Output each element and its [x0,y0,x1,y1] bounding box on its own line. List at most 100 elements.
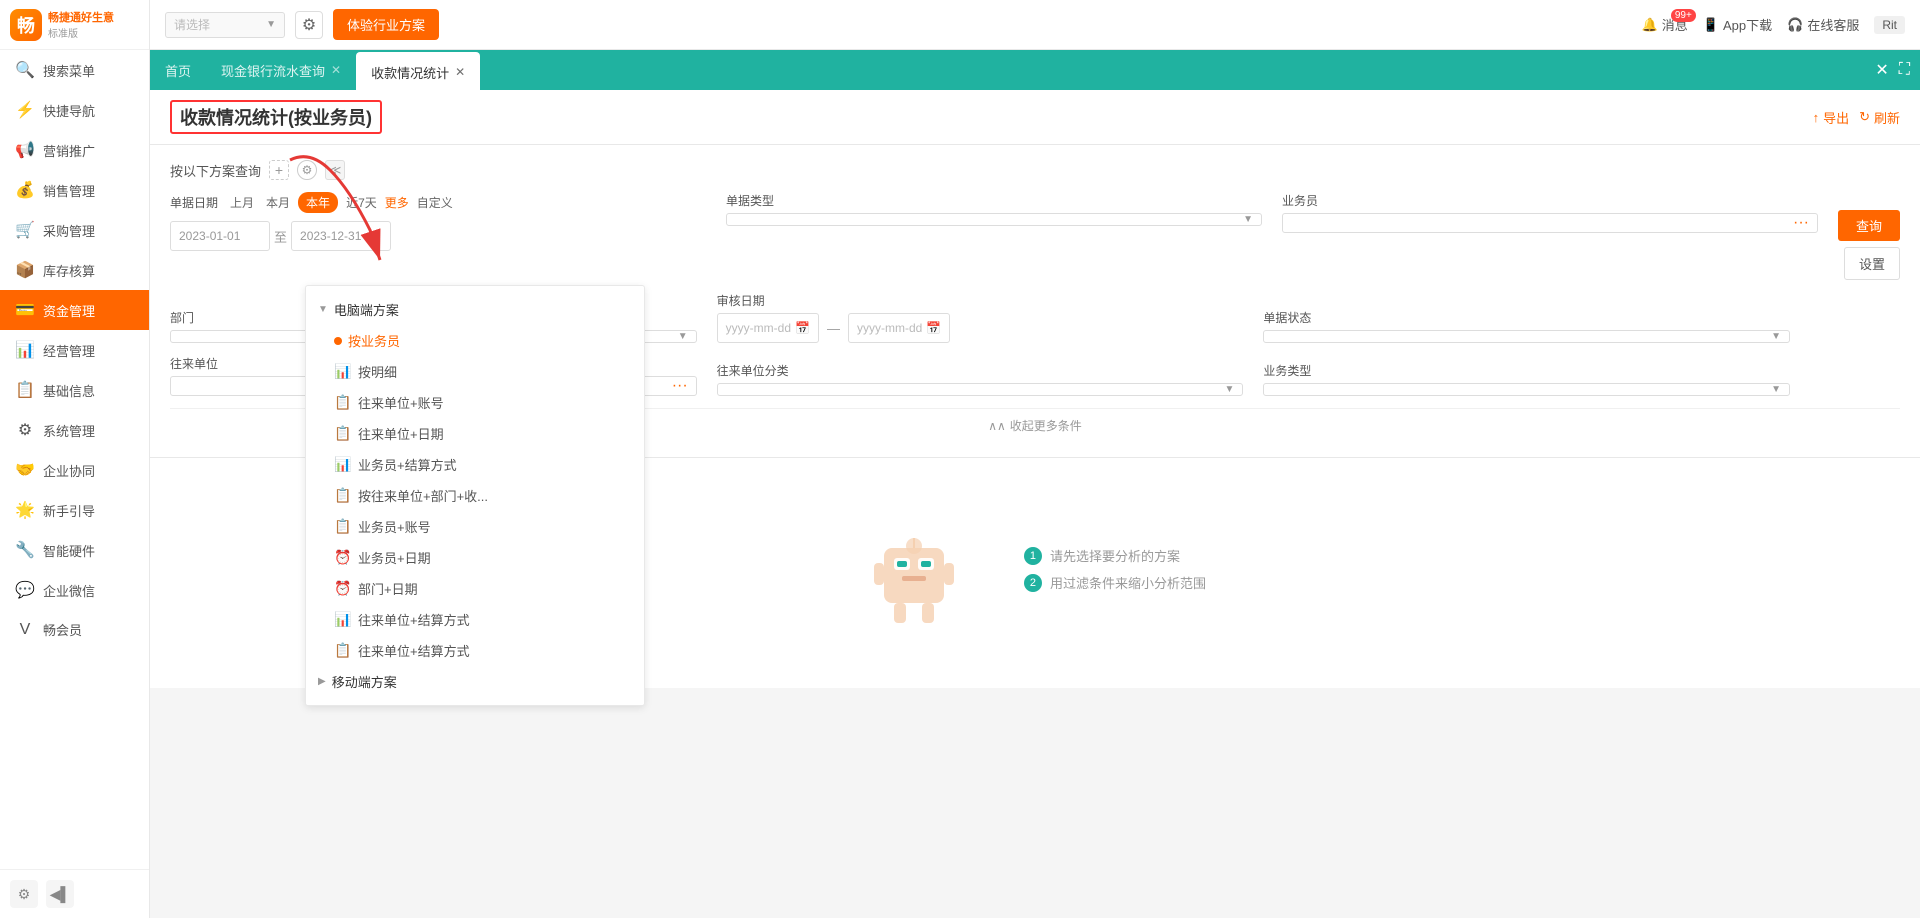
money-icon: 💰 [15,180,35,200]
scheme-item-by-unit-settle2[interactable]: 📋 往来单位+结算方式 [306,635,644,666]
mobile-section-label: 移动端方案 [332,672,397,691]
sidebar-item-operations[interactable]: 📊 经营管理 [0,330,149,370]
scheme-item-by-staff-account[interactable]: 📋 业务员+账号 [306,511,644,542]
box-icon: 📦 [15,260,35,280]
tab-receipt-stats-close[interactable]: ✕ [455,65,465,79]
staff-select[interactable]: ··· [1282,213,1818,233]
review-date-to-input[interactable]: yyyy-mm-dd 📅 [848,313,950,343]
from-unit-category-select[interactable]: ▼ [717,383,1244,396]
date-tab-more[interactable]: 更多 [385,194,409,211]
scheme-item-by-dept-date[interactable]: ⏰ 部门+日期 [306,573,644,604]
add-scheme-button[interactable]: + [269,160,289,180]
review-date-to-cal-icon[interactable]: 📅 [926,321,941,335]
date-tab-this-month[interactable]: 本月 [262,193,294,212]
breadcrumb-dropdown[interactable]: 请选择 ▼ [165,12,285,38]
biz-type-arrow-icon: ▼ [1771,384,1781,395]
sidebar-item-wechat[interactable]: 💬 企业微信 [0,570,149,610]
user-area[interactable]: Rit [1874,16,1905,34]
maximize-icon[interactable]: ⛶ [1899,61,1910,79]
sidebar-item-marketing[interactable]: 📢 营销推广 [0,130,149,170]
sidebar-item-guide[interactable]: 🌟 新手引导 [0,490,149,530]
scheme-item-by-unit-settle1[interactable]: 📊 往来单位+结算方式 [306,604,644,635]
scheme-collapse-button[interactable]: ≪ [325,160,345,180]
sidebar-item-purchase[interactable]: 🛒 采购管理 [0,210,149,250]
settings-button[interactable]: 设置 [1844,247,1900,280]
topbar-gear-button[interactable]: ⚙ [295,11,323,39]
dept-date-icon: ⏰ [334,580,352,597]
sidebar-label-basic-info: 基础信息 [43,381,95,400]
topbar: 请选择 ▼ ⚙ 体验行业方案 🔔 消息 99+ 📱 App下载 🎧 在线客服 R… [150,0,1920,50]
topbar-right: 🔔 消息 99+ 📱 App下载 🎧 在线客服 Rit [1642,15,1905,34]
tab-bank-flow[interactable]: 现金银行流水查询 ✕ [206,50,356,90]
mobile-section-header[interactable]: ▶ 移动端方案 [306,666,644,697]
app-download-button[interactable]: 📱 App下载 [1703,15,1772,34]
refresh-button[interactable]: ↻ 刷新 [1859,108,1900,127]
review-date-label: 审核日期 [717,292,1244,309]
sidebar-item-hardware[interactable]: 🔧 智能硬件 [0,530,149,570]
scheme-item-by-staff-date[interactable]: ⏰ 业务员+日期 [306,542,644,573]
scheme-item-by-detail[interactable]: 📊 按明细 [306,356,644,387]
doc-type-select[interactable]: ▼ [726,213,1262,226]
from-unit-more-icon[interactable]: ··· [672,377,688,395]
scheme-item-by-unit-date[interactable]: 📋 往来单位+日期 [306,418,644,449]
review-date-from-cal-icon[interactable]: 📅 [795,321,810,335]
tab-receipt-stats[interactable]: 收款情况统计 ✕ [356,52,480,92]
scheme-item-by-staff-settle[interactable]: 📊 业务员+结算方式 [306,449,644,480]
staff-more-icon[interactable]: ··· [1793,214,1809,232]
date-tab-custom[interactable]: 自定义 [413,193,457,212]
date-to-input[interactable]: 2023-12-31 [291,221,391,251]
trial-button[interactable]: 体验行业方案 [333,9,439,40]
tab-home-label: 首页 [165,61,191,80]
date-from-input[interactable]: 2023-01-01 [170,221,270,251]
tab-home[interactable]: 首页 [150,50,206,90]
sidebar-item-sales[interactable]: 💰 销售管理 [0,170,149,210]
doc-type-field: 单据类型 ▼ [726,192,1262,226]
breadcrumb-placeholder: 请选择 [174,16,210,33]
doc-status-label: 单据状态 [1263,309,1790,326]
scheme-item-by-unit-dept[interactable]: 📋 按往来单位+部门+收... [306,480,644,511]
query-button[interactable]: 查询 [1838,210,1900,241]
mobile-scheme-section: ▶ 移动端方案 [306,666,644,697]
message-button[interactable]: 🔔 消息 99+ [1642,15,1688,34]
settings-bottom-btn[interactable]: ⚙ [10,880,38,908]
download-icon: 📱 [1703,17,1719,33]
from-unit-category-arrow-icon: ▼ [1224,384,1234,395]
megaphone-icon: 📢 [15,140,35,160]
online-service-button[interactable]: 🎧 在线客服 [1787,15,1859,34]
chat-icon: 💬 [15,580,35,600]
collapse-sidebar-btn[interactable]: ◀▌ [46,880,74,908]
sidebar-item-basic-info[interactable]: 📋 基础信息 [0,370,149,410]
sidebar-item-member[interactable]: V 畅会员 [0,610,149,649]
review-date-from-input[interactable]: yyyy-mm-dd 📅 [717,313,819,343]
sidebar-label-inventory: 库存核算 [43,261,95,280]
sidebar: 畅 畅捷通好生意 标准版 🔍 搜索菜单 ⚡ 快捷导航 📢 营销推广 💰 销售管理… [0,0,150,918]
hardware-icon: 🔧 [15,540,35,560]
tabbar: 首页 现金银行流水查询 ✕ 收款情况统计 ✕ ✕ ⛶ [150,50,1920,90]
date-tab-7days[interactable]: 近7天 [342,193,381,212]
sidebar-item-search[interactable]: 🔍 搜索菜单 [0,50,149,90]
staff-account-icon: 📋 [334,518,352,535]
date-tabs: 单据日期 上月 本月 本年 近7天 更多 自定义 [170,192,706,213]
scheme-settings-button[interactable]: ⚙ [297,160,317,180]
biz-type-select[interactable]: ▼ [1263,383,1790,396]
sidebar-item-cooperation[interactable]: 🤝 企业协同 [0,450,149,490]
desktop-scheme-section: ▼ 电脑端方案 按业务员 📊 按明细 📋 [306,294,644,666]
sidebar-item-inventory[interactable]: 📦 库存核算 [0,250,149,290]
export-button[interactable]: ↑ 导出 [1813,108,1850,127]
sidebar-item-system[interactable]: ⚙ 系统管理 [0,410,149,450]
close-all-icon[interactable]: ✕ [1875,60,1888,80]
date-tab-last-month[interactable]: 上月 [226,193,258,212]
desktop-section-header[interactable]: ▼ 电脑端方案 [306,294,644,325]
sidebar-nav: 🔍 搜索菜单 ⚡ 快捷导航 📢 营销推广 💰 销售管理 🛒 采购管理 📦 库存核… [0,50,149,869]
doc-status-select[interactable]: ▼ [1263,330,1790,343]
filter-row-1: 单据日期 上月 本月 本年 近7天 更多 自定义 2023-01-01 [170,192,1900,280]
scheme-item-by-staff[interactable]: 按业务员 [306,325,644,356]
sidebar-item-finance[interactable]: 💳 资金管理 [0,290,149,330]
tab-bank-flow-close[interactable]: ✕ [331,63,341,77]
content-area: 收款情况统计(按业务员) ↑ 导出 ↻ 刷新 按以下方案查询 + ⚙ ≪ [150,90,1920,918]
sidebar-item-quick-nav[interactable]: ⚡ 快捷导航 [0,90,149,130]
scheme-item-by-unit-account[interactable]: 📋 往来单位+账号 [306,387,644,418]
doc-type-arrow-icon: ▼ [1243,214,1253,225]
logo-text-area: 畅捷通好生意 标准版 [48,9,114,40]
date-tab-this-year[interactable]: 本年 [298,192,338,213]
